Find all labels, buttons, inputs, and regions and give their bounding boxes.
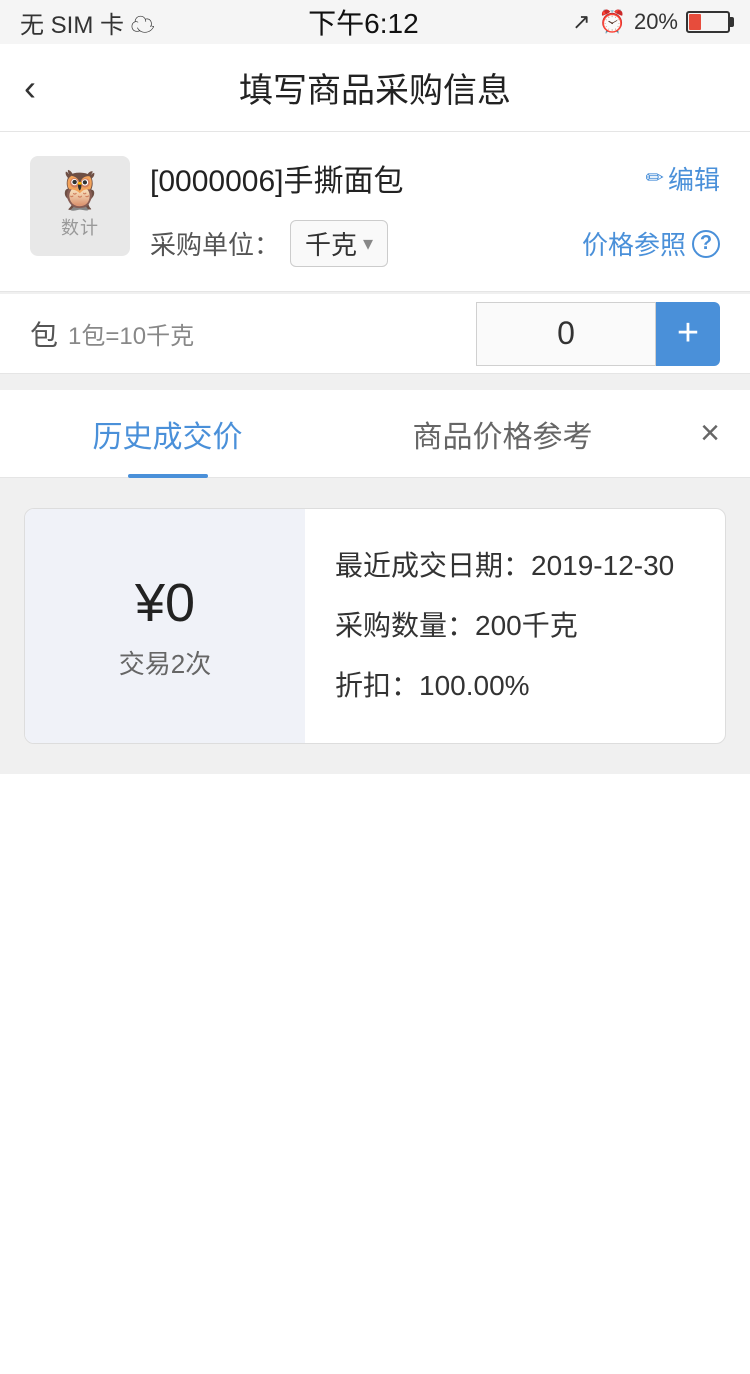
discount-label: 折扣： bbox=[335, 670, 419, 701]
page-title: 填写商品采购信息 bbox=[239, 63, 511, 112]
price-reference-button[interactable]: 价格参照 ? bbox=[582, 225, 720, 262]
edit-icon: ✏ bbox=[646, 165, 664, 191]
product-info: [0000006]手撕面包 ✏ 编辑 采购单位： 千克 ▾ 价格参照 ? bbox=[150, 156, 720, 267]
qty-label: 采购数量： bbox=[335, 610, 475, 641]
location-icon: ↗ bbox=[572, 9, 590, 35]
product-image: 🦉 数计 bbox=[30, 156, 130, 256]
edit-label: 编辑 bbox=[668, 160, 720, 197]
price-trades: 交易2次 bbox=[119, 644, 211, 681]
status-left: 无 SIM 卡 ☁ bbox=[20, 5, 155, 40]
quantity-plus-button[interactable]: + bbox=[656, 302, 720, 366]
quantity-conversion: 1包=10千克 bbox=[68, 316, 194, 351]
close-icon: × bbox=[700, 414, 720, 453]
price-number: 0 bbox=[165, 573, 195, 633]
product-card: 🦉 数计 [0000006]手撕面包 ✏ 编辑 采购单位： 千克 ▾ bbox=[0, 132, 750, 292]
alarm-icon: ⏰ bbox=[599, 9, 626, 35]
quantity-section: 包 1包=10千克 + bbox=[0, 294, 750, 374]
status-time: 下午6:12 bbox=[308, 2, 419, 42]
quantity-unit-badge: 包 bbox=[30, 314, 58, 354]
tab-bar: 历史成交价 商品价格参考 × bbox=[0, 390, 750, 478]
product-image-inner: 🦉 数计 bbox=[56, 172, 103, 240]
date-value: 2019-12-30 bbox=[531, 550, 674, 581]
tab-close-button[interactable]: × bbox=[670, 390, 750, 478]
tab-history-label: 历史成交价 bbox=[93, 412, 243, 456]
product-name-row: [0000006]手撕面包 ✏ 编辑 bbox=[150, 156, 720, 200]
price-detail-date: 最近成交日期：2019-12-30 bbox=[335, 545, 695, 587]
battery-icon bbox=[686, 11, 730, 33]
status-bar: 无 SIM 卡 ☁ 下午6:12 ↗ ⏰ 20% bbox=[0, 0, 750, 44]
quantity-input[interactable] bbox=[476, 302, 656, 366]
price-detail-discount: 折扣：100.00% bbox=[335, 665, 695, 707]
back-button[interactable]: ‹ bbox=[24, 67, 36, 109]
date-label: 最近成交日期： bbox=[335, 550, 531, 581]
unit-selector[interactable]: 千克 ▾ bbox=[290, 220, 388, 267]
price-amount: ¥0 bbox=[135, 572, 195, 634]
price-card-left: ¥0 交易2次 bbox=[25, 509, 305, 743]
unit-arrow-icon: ▾ bbox=[363, 231, 373, 256]
battery-percent: 20% bbox=[634, 9, 678, 35]
tab-history-price[interactable]: 历史成交价 bbox=[0, 390, 335, 478]
quantity-unit-info: 包 1包=10千克 bbox=[30, 314, 194, 354]
product-name: [0000006]手撕面包 bbox=[150, 156, 403, 200]
discount-value: 100.00% bbox=[419, 670, 530, 701]
price-currency-symbol: ¥ bbox=[135, 573, 165, 633]
tab-product-price[interactable]: 商品价格参考 bbox=[335, 390, 670, 478]
unit-label: 采购单位： bbox=[150, 225, 280, 262]
tab-product-label: 商品价格参考 bbox=[413, 412, 593, 456]
price-detail-qty: 采购数量：200千克 bbox=[335, 605, 695, 647]
edit-button[interactable]: ✏ 编辑 bbox=[646, 160, 720, 197]
battery-tip bbox=[730, 17, 734, 27]
qty-value: 200千克 bbox=[475, 610, 578, 641]
bottom-area bbox=[0, 774, 750, 1374]
section-separator bbox=[0, 374, 750, 390]
tab-active-indicator bbox=[128, 474, 208, 478]
product-logo-label: 数计 bbox=[61, 214, 99, 240]
product-row: 🦉 数计 [0000006]手撕面包 ✏ 编辑 采购单位： 千克 ▾ bbox=[30, 156, 720, 267]
product-logo-icon: 🦉 bbox=[56, 172, 103, 210]
price-card-area: ¥0 交易2次 最近成交日期：2019-12-30 采购数量：200千克 折扣：… bbox=[0, 478, 750, 774]
unit-value: 千克 bbox=[305, 225, 357, 262]
price-ref-help-icon: ? bbox=[692, 230, 720, 258]
sim-label: 无 SIM 卡 ☁ bbox=[20, 5, 155, 40]
battery-fill bbox=[689, 14, 701, 30]
price-card: ¥0 交易2次 最近成交日期：2019-12-30 采购数量：200千克 折扣：… bbox=[24, 508, 726, 744]
quantity-input-row: + bbox=[476, 302, 720, 366]
price-card-right: 最近成交日期：2019-12-30 采购数量：200千克 折扣：100.00% bbox=[305, 509, 725, 743]
nav-bar: ‹ 填写商品采购信息 bbox=[0, 44, 750, 132]
status-right: ↗ ⏰ 20% bbox=[572, 9, 730, 35]
price-ref-label: 价格参照 bbox=[582, 225, 686, 262]
product-unit-row: 采购单位： 千克 ▾ 价格参照 ? bbox=[150, 220, 720, 267]
